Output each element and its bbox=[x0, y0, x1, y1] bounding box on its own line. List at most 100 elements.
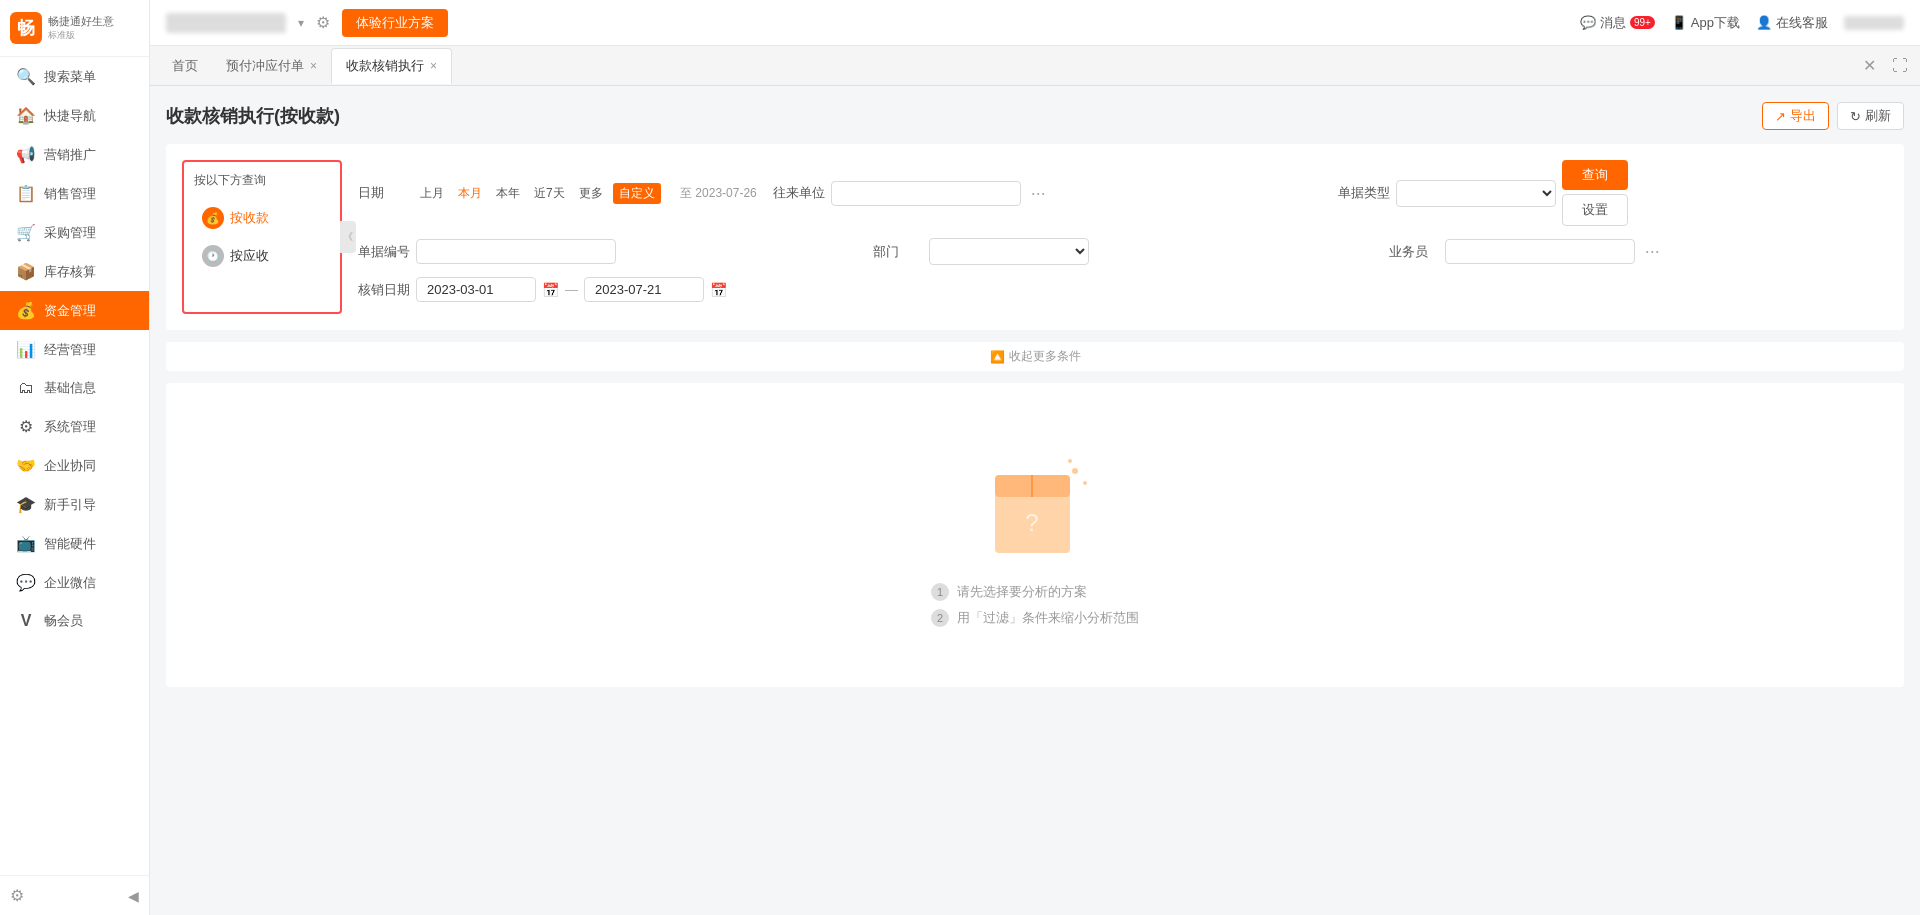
topbar-right: 💬 消息 99+ 📱 App下载 👤 在线客服 bbox=[1580, 14, 1904, 32]
doc-no-label: 单据编号 bbox=[358, 243, 410, 261]
topbar: ▾ ⚙ 体验行业方案 💬 消息 99+ 📱 App下载 👤 在线客服 bbox=[150, 0, 1920, 46]
tab-receipt[interactable]: 收款核销执行 × bbox=[331, 48, 452, 84]
sidebar-item-inventory[interactable]: 📦 库存核算 bbox=[0, 252, 149, 291]
filter-left-panel: 按以下方查询 💰 按收款 🕐 按应收 《 bbox=[182, 160, 342, 314]
sidebar-item-finance[interactable]: 💰 资金管理 bbox=[0, 291, 149, 330]
hint-num-1: 1 bbox=[931, 583, 949, 601]
sidebar-item-label: 采购管理 bbox=[44, 224, 96, 242]
date-shortcut-this-month[interactable]: 本月 bbox=[454, 183, 486, 204]
filter-date-field: 日期 上月 本月 本年 近7天 更多 自定义 至 2023-07-26 bbox=[358, 183, 757, 204]
message-btn[interactable]: 💬 消息 99+ bbox=[1580, 14, 1655, 32]
sidebar-item-member[interactable]: V 畅会员 bbox=[0, 602, 149, 640]
filter-collapse-button[interactable]: 《 bbox=[340, 221, 356, 253]
date-range-separator: — bbox=[565, 282, 578, 297]
sidebar-item-label: 系统管理 bbox=[44, 418, 96, 436]
sidebar-item-purchase[interactable]: 🛒 采购管理 bbox=[0, 213, 149, 252]
doc-no-input[interactable] bbox=[416, 239, 616, 264]
window-close-icon[interactable]: ✕ bbox=[1859, 52, 1880, 79]
sidebar-item-marketing[interactable]: 📢 营销推广 bbox=[0, 135, 149, 174]
date-shortcut-7days[interactable]: 近7天 bbox=[530, 183, 569, 204]
tab-prepay[interactable]: 预付冲应付单 × bbox=[212, 48, 331, 84]
online-service-label: 在线客服 bbox=[1776, 14, 1828, 32]
date-shortcut-group: 上月 本月 本年 近7天 更多 自定义 bbox=[416, 183, 661, 204]
filter-row-1: 日期 上月 本月 本年 近7天 更多 自定义 至 2023-07-26 bbox=[358, 160, 1888, 226]
dept-select[interactable] bbox=[929, 238, 1089, 265]
sidebar-item-label: 企业协同 bbox=[44, 457, 96, 475]
verification-date-field: 核销日期 📅 — 📅 bbox=[358, 277, 727, 302]
finance-icon: 💰 bbox=[16, 301, 36, 320]
query-button[interactable]: 查询 bbox=[1562, 160, 1628, 190]
service-icon: 👤 bbox=[1756, 15, 1772, 30]
tab-close-icon[interactable]: × bbox=[430, 59, 437, 73]
empty-illustration: ? bbox=[975, 443, 1095, 563]
dept-label: 部门 bbox=[873, 243, 923, 261]
export-button[interactable]: ↗ 导出 bbox=[1762, 102, 1829, 130]
staff-input[interactable] bbox=[1445, 239, 1635, 264]
message-badge: 99+ bbox=[1630, 16, 1655, 29]
date-shortcut-custom[interactable]: 自定义 bbox=[613, 183, 661, 204]
export-label: 导出 bbox=[1790, 107, 1816, 125]
filter-row-2: 单据编号 部门 业务员 ··· bbox=[358, 238, 1888, 265]
doc-type-select[interactable] bbox=[1396, 180, 1556, 207]
marketing-icon: 📢 bbox=[16, 145, 36, 164]
filter-left-title: 按以下方查询 bbox=[194, 172, 330, 189]
empty-state: ? 1 请先选择要分析的方案 2 用「过滤」条件来缩小分析范围 bbox=[166, 383, 1904, 687]
staff-more-icon[interactable]: ··· bbox=[1641, 241, 1664, 262]
sidebar-item-label: 企业微信 bbox=[44, 574, 96, 592]
chevron-down-icon[interactable]: ▾ bbox=[298, 16, 304, 30]
sidebar-item-sales[interactable]: 📋 销售管理 bbox=[0, 174, 149, 213]
collapse-icon[interactable]: ◀ bbox=[128, 888, 139, 904]
page-header-actions: ↗ 导出 ↻ 刷新 bbox=[1762, 102, 1904, 130]
wechat-icon: 💬 bbox=[16, 573, 36, 592]
filter-right-panel: 日期 上月 本月 本年 近7天 更多 自定义 至 2023-07-26 bbox=[358, 160, 1888, 314]
user-avatar bbox=[1844, 16, 1904, 30]
date-shortcut-more[interactable]: 更多 bbox=[575, 183, 607, 204]
tab-home-label: 首页 bbox=[172, 57, 198, 75]
verification-start-input[interactable] bbox=[416, 277, 536, 302]
window-max-icon[interactable]: ⛶ bbox=[1888, 53, 1912, 79]
sidebar-bottom: ⚙ ◀ bbox=[0, 875, 149, 915]
sidebar-item-business[interactable]: 📊 经营管理 bbox=[0, 330, 149, 369]
basic-icon: 🗂 bbox=[16, 379, 36, 397]
date-shortcut-last-month[interactable]: 上月 bbox=[416, 183, 448, 204]
sidebar-item-hardware[interactable]: 📺 智能硬件 bbox=[0, 524, 149, 563]
calendar-end-icon[interactable]: 📅 bbox=[710, 282, 727, 298]
sidebar-item-label: 新手引导 bbox=[44, 496, 96, 514]
filter-option-by-receivable[interactable]: 🕐 按应收 bbox=[194, 239, 330, 273]
purchase-icon: 🛒 bbox=[16, 223, 36, 242]
date-shortcut-this-year[interactable]: 本年 bbox=[492, 183, 524, 204]
collapse-more-label: 收起更多条件 bbox=[1009, 348, 1081, 365]
tab-receipt-label: 收款核销执行 bbox=[346, 57, 424, 75]
tabs-bar: 首页 预付冲应付单 × 收款核销执行 × ✕ ⛶ bbox=[150, 46, 1920, 86]
sidebar-item-label: 智能硬件 bbox=[44, 535, 96, 553]
page-content: 收款核销执行(按收款) ↗ 导出 ↻ 刷新 按以下方查询 💰 按收款 bbox=[150, 86, 1920, 915]
sidebar-menu: 🔍 搜索菜单 🏠 快捷导航 📢 营销推广 📋 销售管理 🛒 采购管理 📦 库存核… bbox=[0, 57, 149, 875]
sidebar-item-wechat[interactable]: 💬 企业微信 bbox=[0, 563, 149, 602]
doc-type-field: 单据类型 查询 设置 bbox=[1338, 160, 1888, 226]
sidebar-item-shortcut[interactable]: 🏠 快捷导航 bbox=[0, 96, 149, 135]
verification-end-input[interactable] bbox=[584, 277, 704, 302]
home-icon: 🏠 bbox=[16, 106, 36, 125]
sidebar-item-enterprise[interactable]: 🤝 企业协同 bbox=[0, 446, 149, 485]
settings-icon[interactable]: ⚙ bbox=[10, 886, 24, 905]
sidebar-item-search[interactable]: 🔍 搜索菜单 bbox=[0, 57, 149, 96]
sidebar-item-basic[interactable]: 🗂 基础信息 bbox=[0, 369, 149, 407]
refresh-button[interactable]: ↻ 刷新 bbox=[1837, 102, 1904, 130]
tab-close-icon[interactable]: × bbox=[310, 59, 317, 73]
setting-button[interactable]: 设置 bbox=[1562, 194, 1628, 226]
sidebar-item-system[interactable]: ⚙ 系统管理 bbox=[0, 407, 149, 446]
counterparty-more-icon[interactable]: ··· bbox=[1027, 183, 1050, 204]
calendar-start-icon[interactable]: 📅 bbox=[542, 282, 559, 298]
receivable-icon: 🕐 bbox=[202, 245, 224, 267]
online-service-btn[interactable]: 👤 在线客服 bbox=[1756, 14, 1828, 32]
filter-option-by-receipt[interactable]: 💰 按收款 bbox=[194, 201, 330, 235]
tab-home[interactable]: 首页 bbox=[158, 48, 212, 84]
counterparty-input[interactable] bbox=[831, 181, 1021, 206]
counterparty-field: 往来单位 ··· bbox=[773, 181, 1323, 206]
sidebar-item-guide[interactable]: 🎓 新手引导 bbox=[0, 485, 149, 524]
collapse-more-btn[interactable]: 🔼 收起更多条件 bbox=[166, 342, 1904, 371]
app-download-btn[interactable]: 📱 App下载 bbox=[1671, 14, 1740, 32]
staff-label: 业务员 bbox=[1389, 243, 1439, 261]
gear-icon[interactable]: ⚙ bbox=[316, 13, 330, 32]
industry-btn[interactable]: 体验行业方案 bbox=[342, 9, 448, 37]
